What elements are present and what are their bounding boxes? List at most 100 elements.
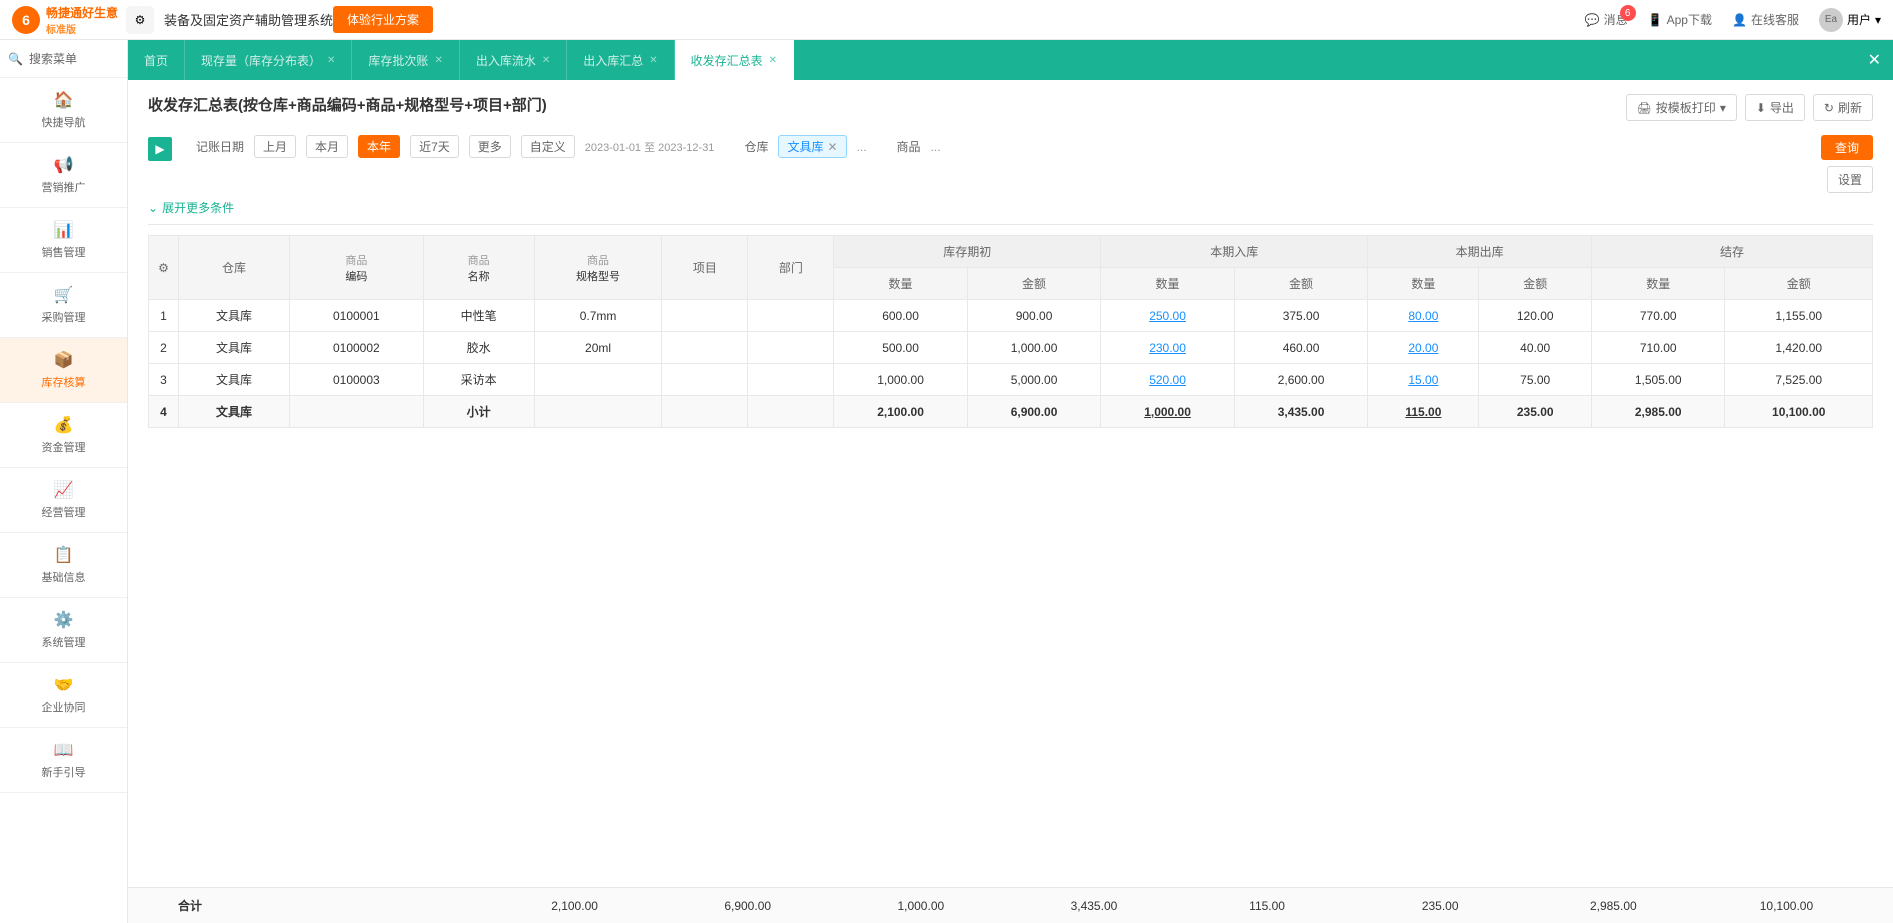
- row-bal-amt: 7,525.00: [1725, 364, 1873, 396]
- tab-close-flow[interactable]: ✕: [542, 55, 550, 66]
- row-open-qty: 600.00: [834, 300, 968, 332]
- row-no: 1: [149, 300, 179, 332]
- sidebar-item-marketing[interactable]: 📢 营销推广: [0, 143, 127, 208]
- row-warehouse: 文具库: [179, 300, 290, 332]
- tab-summary[interactable]: 出入库汇总 ✕: [567, 40, 674, 80]
- tab-close-batch-ledger[interactable]: ✕: [434, 55, 442, 66]
- filter-toggle-btn[interactable]: ▶: [148, 137, 172, 161]
- tab-close-recv-send[interactable]: ✕: [769, 55, 777, 66]
- tab-recv-send[interactable]: 收发存汇总表 ✕: [675, 40, 794, 80]
- export-icon: ⬇: [1756, 101, 1766, 115]
- row-in-qty[interactable]: 230.00: [1101, 332, 1235, 364]
- total-open-qty: 2,100.00: [488, 899, 661, 913]
- message-icon: 💬: [1585, 13, 1600, 27]
- row-bal-amt: 1,155.00: [1725, 300, 1873, 332]
- sidebar-item-guide[interactable]: 📖 新手引导: [0, 728, 127, 793]
- date-this-year-btn[interactable]: 本年: [358, 135, 400, 158]
- tab-stock-dist[interactable]: 现存量（库存分布表） ✕: [185, 40, 352, 80]
- row-out-qty[interactable]: 80.00: [1368, 300, 1479, 332]
- row-in-amt: 2,600.00: [1234, 364, 1368, 396]
- date-custom-btn[interactable]: 自定义: [521, 135, 575, 158]
- online-service-link[interactable]: 👤 在线客服: [1732, 11, 1799, 28]
- row-in-qty[interactable]: 520.00: [1101, 364, 1235, 396]
- sidebar-item-enterprise[interactable]: 🤝 企业协同: [0, 663, 127, 728]
- warehouse-filter-label: 仓库: [744, 138, 768, 155]
- sales-icon: 📊: [54, 220, 74, 240]
- query-button[interactable]: 查询: [1821, 135, 1873, 160]
- sidebar-item-purchase[interactable]: 🛒 采购管理: [0, 273, 127, 338]
- row-out-qty[interactable]: 15.00: [1368, 364, 1479, 396]
- row-open-amt: 900.00: [967, 300, 1101, 332]
- tab-close-stock-dist[interactable]: ✕: [327, 55, 335, 66]
- message-link[interactable]: 💬 消息 6: [1585, 11, 1628, 28]
- col-in-amt-header: 金额: [1234, 268, 1368, 300]
- col-bal-qty-header: 数量: [1591, 268, 1725, 300]
- row-name: 胶水: [423, 332, 534, 364]
- row-no: 3: [149, 364, 179, 396]
- brand-name: 畅捷通好生意: [46, 4, 118, 21]
- settings-gear-icon[interactable]: ⚙: [126, 6, 154, 34]
- total-open-amt: 6,900.00: [661, 899, 834, 913]
- tab-flow[interactable]: 出入库流水 ✕: [460, 40, 567, 80]
- row-in-qty[interactable]: 250.00: [1101, 300, 1235, 332]
- inventory-icon: 📦: [54, 350, 74, 370]
- refresh-button[interactable]: ↻ 刷新: [1813, 94, 1873, 121]
- print-button[interactable]: 🖨 按模板打印 ▾: [1626, 94, 1737, 121]
- row-warehouse: 文具库: [179, 332, 290, 364]
- user-menu[interactable]: Ea 用户 ▾: [1819, 8, 1881, 32]
- sidebar-item-system[interactable]: ⚙️ 系统管理: [0, 598, 127, 663]
- total-bar: 合计 2,100.00 6,900.00 1,000.00 3,435.00 1…: [128, 887, 1893, 923]
- tab-batch-ledger[interactable]: 库存批次账 ✕: [352, 40, 459, 80]
- row-out-amt: 40.00: [1479, 332, 1592, 364]
- sidebar-item-operations[interactable]: 📈 经营管理: [0, 468, 127, 533]
- setting-button[interactable]: 设置: [1827, 166, 1873, 193]
- col-settings-header[interactable]: ⚙: [149, 236, 179, 300]
- date-this-month-btn[interactable]: 本月: [306, 135, 348, 158]
- col-bal-amt-header: 金额: [1725, 268, 1873, 300]
- row-out-amt: 120.00: [1479, 300, 1592, 332]
- col-balance-header: 结存: [1591, 236, 1872, 268]
- refresh-icon: ↻: [1824, 101, 1834, 115]
- row-dept: [748, 300, 834, 332]
- date-last-month-btn[interactable]: 上月: [254, 135, 296, 158]
- total-in-qty: 1,000.00: [834, 899, 1007, 913]
- sidebar-item-quick-nav[interactable]: 🏠 快捷导航: [0, 78, 127, 143]
- row-out-qty[interactable]: 20.00: [1368, 332, 1479, 364]
- enterprise-icon: 🤝: [54, 675, 74, 695]
- sidebar-item-inventory[interactable]: 📦 库存核算: [0, 338, 127, 403]
- row-name: 采访本: [423, 364, 534, 396]
- sidebar-item-search-menu[interactable]: 🔍 搜索菜单: [0, 40, 127, 78]
- app-download-link[interactable]: 📱 App下载: [1648, 11, 1712, 28]
- expand-icon: ⌄: [148, 201, 158, 215]
- goods-more[interactable]: ...: [931, 140, 941, 154]
- close-all-tabs[interactable]: ✕: [1856, 50, 1893, 70]
- row-out-amt: 75.00: [1479, 364, 1592, 396]
- warehouse-more[interactable]: ...: [857, 140, 867, 154]
- date-filter-label: 记账日期: [196, 138, 244, 155]
- warehouse-tag[interactable]: 文具库 ✕: [778, 135, 846, 158]
- tab-close-summary[interactable]: ✕: [649, 55, 657, 66]
- sidebar-item-sales[interactable]: 📊 销售管理: [0, 208, 127, 273]
- col-in-qty-header: 数量: [1101, 268, 1235, 300]
- row-bal-qty: 2,985.00: [1591, 396, 1725, 428]
- expand-more-btn[interactable]: ⌄ 展开更多条件: [148, 199, 1873, 216]
- warehouse-tag-remove[interactable]: ✕: [827, 140, 837, 154]
- col-out-header: 本期出库: [1368, 236, 1592, 268]
- row-in-amt: 460.00: [1234, 332, 1368, 364]
- tab-home[interactable]: 首页: [128, 40, 185, 80]
- search-icon: 🔍: [8, 52, 23, 66]
- date-more-btn[interactable]: 更多: [469, 135, 511, 158]
- row-warehouse: 文具库: [179, 396, 290, 428]
- date-7days-btn[interactable]: 近7天: [410, 135, 459, 158]
- sidebar-item-basic-info[interactable]: 📋 基础信息: [0, 533, 127, 598]
- col-out-amt-header: 金额: [1479, 268, 1592, 300]
- experience-btn[interactable]: 体验行业方案: [333, 6, 433, 33]
- goods-filter-label: 商品: [897, 138, 921, 155]
- sidebar-item-finance[interactable]: 💰 资金管理: [0, 403, 127, 468]
- row-in-qty: 1,000.00: [1101, 396, 1235, 428]
- export-button[interactable]: ⬇ 导出: [1745, 94, 1805, 121]
- guide-icon: 📖: [54, 740, 74, 760]
- row-spec: [534, 396, 662, 428]
- purchase-icon: 🛒: [54, 285, 74, 305]
- row-code: 0100002: [290, 332, 424, 364]
